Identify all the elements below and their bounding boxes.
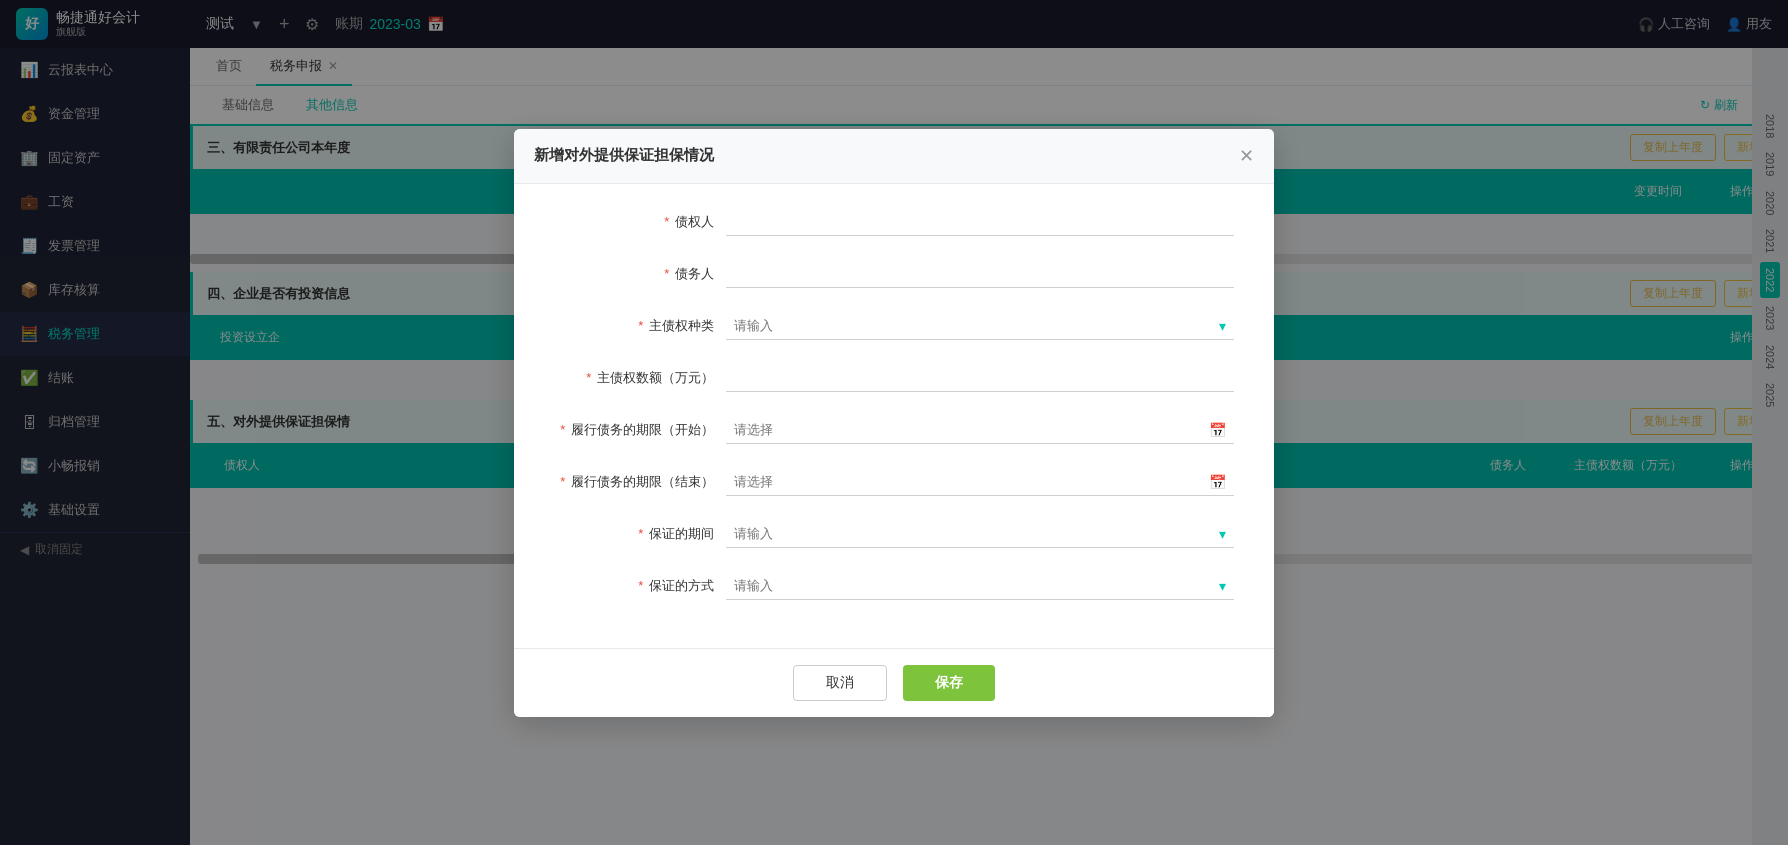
label-debt-end-text: 履行债务的期限（结束） <box>571 474 714 489</box>
form-row-guarantee-period: * 保证的期间 ▾ <box>554 520 1234 548</box>
label-creditor: * 债权人 <box>554 213 714 231</box>
save-button[interactable]: 保存 <box>903 665 995 701</box>
label-debt-type: * 主债权种类 <box>554 317 714 335</box>
required-mark-2: * <box>664 266 669 281</box>
input-creditor[interactable] <box>726 208 1234 236</box>
input-debt-start[interactable] <box>726 416 1234 444</box>
input-debt-type[interactable] <box>726 312 1234 340</box>
label-debt-amount-text: 主债权数额（万元） <box>597 370 714 385</box>
chevron-down-icon-2: ▾ <box>1219 526 1226 542</box>
chevron-down-icon-3: ▾ <box>1219 578 1226 594</box>
required-mark-6: * <box>560 474 565 489</box>
required-mark-3: * <box>638 318 643 333</box>
calendar-start-icon[interactable]: 📅 <box>1209 422 1226 438</box>
modal-close-button[interactable]: ✕ <box>1239 145 1254 167</box>
input-debt-amount[interactable] <box>726 364 1234 392</box>
input-guarantee-period[interactable] <box>726 520 1234 548</box>
modal-dialog: 新增对外提供保证担保情况 ✕ * 债权人 * 债务人 <box>514 129 1274 717</box>
label-guarantee-period: * 保证的期间 <box>554 525 714 543</box>
label-guarantee-method: * 保证的方式 <box>554 577 714 595</box>
input-debt-end[interactable] <box>726 468 1234 496</box>
form-row-guarantee-method: * 保证的方式 ▾ <box>554 572 1234 600</box>
label-debt-amount: * 主债权数额（万元） <box>554 369 714 387</box>
label-debtor: * 债务人 <box>554 265 714 283</box>
required-mark: * <box>664 214 669 229</box>
modal-body: * 债权人 * 债务人 * 主债权种类 <box>514 184 1274 648</box>
label-creditor-text: 债权人 <box>675 214 714 229</box>
form-row-debtor: * 债务人 <box>554 260 1234 288</box>
label-debt-end: * 履行债务的期限（结束） <box>554 473 714 491</box>
form-row-creditor: * 债权人 <box>554 208 1234 236</box>
modal-title: 新增对外提供保证担保情况 <box>534 146 714 165</box>
chevron-down-icon-1: ▾ <box>1219 318 1226 334</box>
required-mark-4: * <box>586 370 591 385</box>
calendar-end-icon[interactable]: 📅 <box>1209 474 1226 490</box>
select-guarantee-period-wrapper: ▾ <box>726 520 1234 548</box>
label-debtor-text: 债务人 <box>675 266 714 281</box>
input-debtor[interactable] <box>726 260 1234 288</box>
required-mark-5: * <box>560 422 565 437</box>
modal-footer: 取消 保存 <box>514 648 1274 717</box>
label-debt-start-text: 履行债务的期限（开始） <box>571 422 714 437</box>
modal-header: 新增对外提供保证担保情况 ✕ <box>514 129 1274 184</box>
cancel-button[interactable]: 取消 <box>793 665 887 701</box>
form-row-debt-type: * 主债权种类 ▾ <box>554 312 1234 340</box>
date-debt-end-wrapper: 📅 <box>726 468 1234 496</box>
required-mark-8: * <box>638 578 643 593</box>
label-debt-start: * 履行债务的期限（开始） <box>554 421 714 439</box>
label-debt-type-text: 主债权种类 <box>649 318 714 333</box>
form-row-debt-amount: * 主债权数额（万元） <box>554 364 1234 392</box>
select-debt-type-wrapper: ▾ <box>726 312 1234 340</box>
select-guarantee-method-wrapper: ▾ <box>726 572 1234 600</box>
label-guarantee-method-text: 保证的方式 <box>649 578 714 593</box>
label-guarantee-period-text: 保证的期间 <box>649 526 714 541</box>
form-row-debt-start: * 履行债务的期限（开始） 📅 <box>554 416 1234 444</box>
input-guarantee-method[interactable] <box>726 572 1234 600</box>
date-debt-start-wrapper: 📅 <box>726 416 1234 444</box>
required-mark-7: * <box>638 526 643 541</box>
modal-overlay: 新增对外提供保证担保情况 ✕ * 债权人 * 债务人 <box>0 0 1788 845</box>
form-row-debt-end: * 履行债务的期限（结束） 📅 <box>554 468 1234 496</box>
